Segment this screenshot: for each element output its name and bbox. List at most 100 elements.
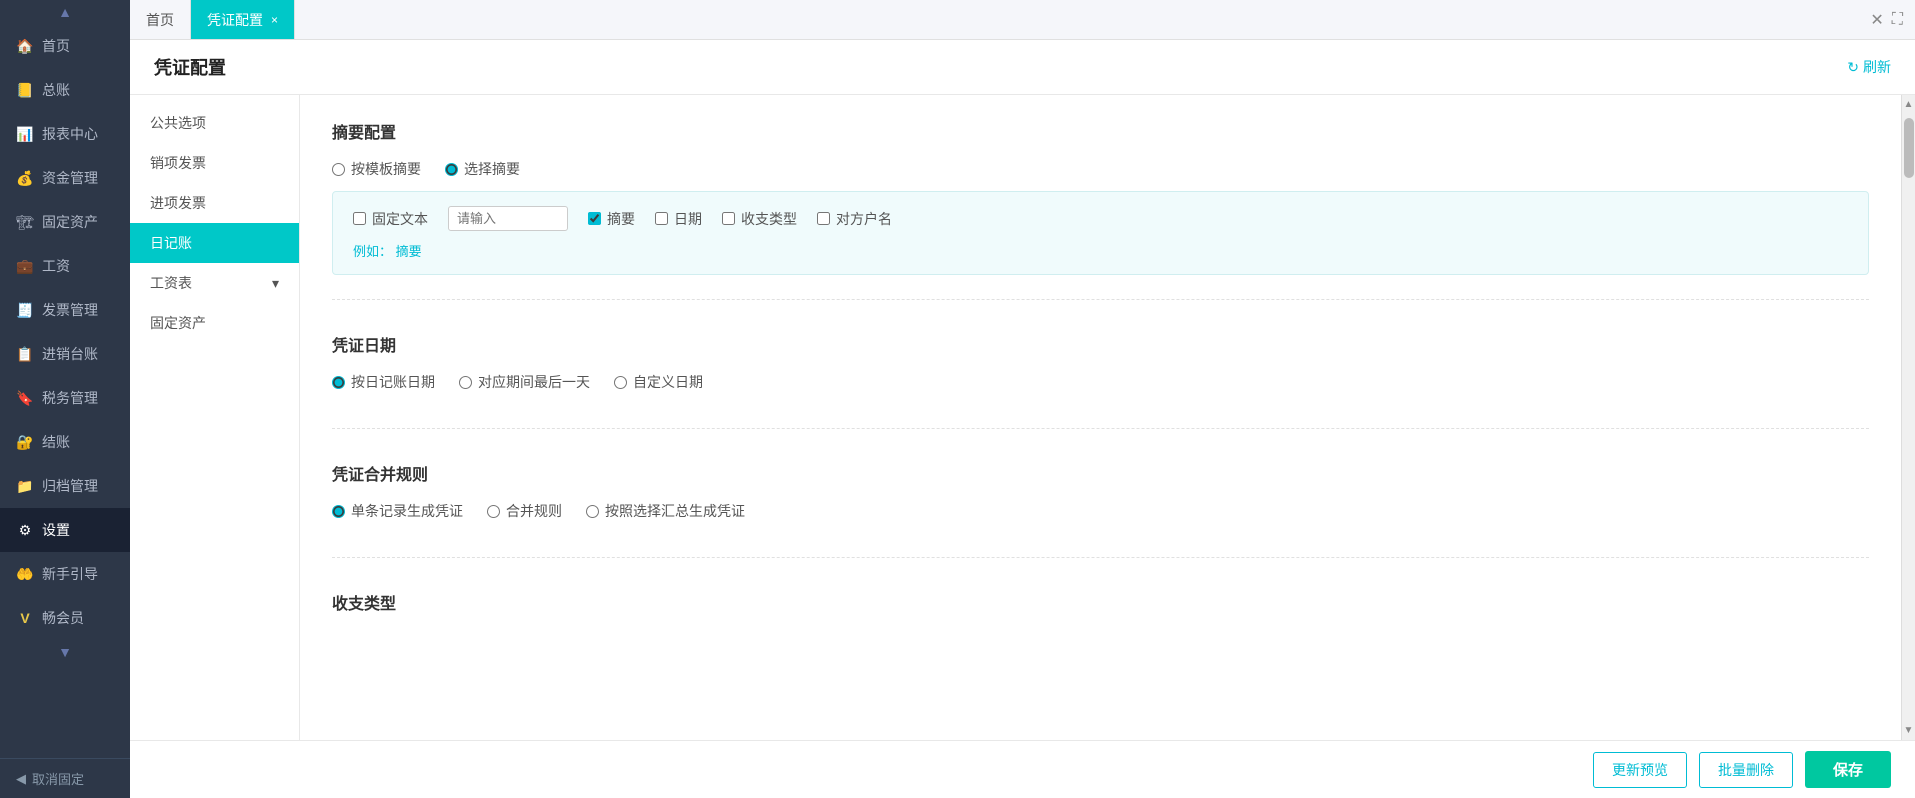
sidebar-item-ledger[interactable]: 📒 总账: [0, 68, 130, 112]
sidebar-item-label: 工资: [42, 256, 70, 276]
tab-close-icon[interactable]: ×: [271, 13, 278, 27]
checkbox-fixed-text-label: 固定文本: [372, 209, 428, 229]
left-nav-journal[interactable]: 日记账: [130, 223, 299, 263]
checkbox-fixed-text-input[interactable]: [353, 212, 366, 225]
tab-fullscreen-button[interactable]: ⛶: [1892, 11, 1903, 29]
payment-type-section-title: 收支类型: [332, 590, 1869, 614]
checkbox-summary-input[interactable]: [588, 212, 601, 225]
pin-icon: ◀: [16, 771, 26, 787]
refresh-icon: ↻: [1847, 59, 1859, 76]
sidebar-item-label: 发票管理: [42, 300, 98, 320]
checkbox-fixed-text[interactable]: 固定文本: [353, 209, 428, 229]
sidebar-item-reports[interactable]: 📊 报表中心: [0, 112, 130, 156]
sidebar-item-member[interactable]: V 畅会员: [0, 596, 130, 640]
sidebar-item-funds[interactable]: 💰 资金管理: [0, 156, 130, 200]
radio-single-record-label: 单条记录生成凭证: [351, 501, 463, 521]
left-nav: 公共选项 销项发票 进项发票 日记账 工资表 ▾ 固定资产: [130, 95, 300, 740]
date-radio-row: 按日记账日期 对应期间最后一天 自定义日期: [332, 372, 1869, 392]
radio-merge-rule-input[interactable]: [487, 505, 500, 518]
radio-journal-date[interactable]: 按日记账日期: [332, 372, 435, 392]
cancel-pin-button[interactable]: ◀ 取消固定: [0, 758, 130, 798]
sidebar-item-settings[interactable]: ⚙ 设置: [0, 508, 130, 552]
radio-select-summary[interactable]: 选择摘要: [445, 159, 520, 179]
date-section-title: 凭证日期: [332, 332, 1869, 356]
checkbox-summary-label: 摘要: [607, 209, 635, 229]
sidebar-item-label: 报表中心: [42, 124, 98, 144]
main-area: 首页 凭证配置 × ✕ ⛶ 凭证配置 ↻ 刷新 公共选项 销项发票 进: [130, 0, 1915, 798]
sidebar-item-reconcile[interactable]: 📋 进销台账: [0, 332, 130, 376]
funds-icon: 💰: [16, 169, 34, 187]
sidebar-item-archive[interactable]: 📁 归档管理: [0, 464, 130, 508]
sidebar-item-salary[interactable]: 💼 工资: [0, 244, 130, 288]
summary-config-box: 固定文本 摘要 日期 收支类型: [332, 191, 1869, 275]
scroll-thumb[interactable]: [1904, 118, 1914, 178]
checkbox-summary[interactable]: 摘要: [588, 209, 635, 229]
radio-single-record[interactable]: 单条记录生成凭证: [332, 501, 463, 521]
radio-select-input[interactable]: [445, 163, 458, 176]
sidebar-item-label: 结账: [42, 432, 70, 452]
checkbox-date[interactable]: 日期: [655, 209, 702, 229]
sidebar-item-invoices[interactable]: 🧾 发票管理: [0, 288, 130, 332]
scroll-down-arrow[interactable]: ▼: [1902, 721, 1915, 740]
checkbox-date-label: 日期: [674, 209, 702, 229]
sidebar-item-label: 进销台账: [42, 344, 98, 364]
checkbox-date-input[interactable]: [655, 212, 668, 225]
checkbox-payment-type[interactable]: 收支类型: [722, 209, 797, 229]
radio-select-merge-label: 按照选择汇总生成凭证: [605, 501, 745, 521]
tab-home[interactable]: 首页: [130, 0, 191, 39]
bottom-bar: 更新预览 批量删除 保存: [130, 740, 1915, 798]
summary-checkbox-row: 固定文本 摘要 日期 收支类型: [353, 206, 1848, 231]
refresh-button[interactable]: ↻ 刷新: [1847, 57, 1891, 77]
tax-icon: 🔖: [16, 389, 34, 407]
radio-select-merge-input[interactable]: [586, 505, 599, 518]
radio-custom-date[interactable]: 自定义日期: [614, 372, 703, 392]
settings-icon: ⚙: [16, 521, 34, 539]
sidebar-item-home[interactable]: 🏠 首页: [0, 24, 130, 68]
assets-icon: 🏗: [16, 213, 34, 231]
payment-type-section: 收支类型: [332, 590, 1869, 654]
radio-template-summary[interactable]: 按模板摘要: [332, 159, 421, 179]
radio-merge-rule[interactable]: 合并规则: [487, 501, 562, 521]
scroll-up-arrow[interactable]: ▲: [1902, 95, 1915, 114]
sidebar-item-guide[interactable]: 🤲 新手引导: [0, 552, 130, 596]
save-button[interactable]: 保存: [1805, 751, 1891, 788]
ledger-icon: 📒: [16, 81, 34, 99]
batch-delete-button[interactable]: 批量删除: [1699, 752, 1793, 788]
global-scrollbar[interactable]: ▲ ▼: [1901, 95, 1915, 740]
invoices-icon: 🧾: [16, 301, 34, 319]
checkbox-counterpart[interactable]: 对方户名: [817, 209, 892, 229]
checkbox-payment-type-input[interactable]: [722, 212, 735, 225]
radio-single-record-input[interactable]: [332, 505, 345, 518]
tab-voucher-config[interactable]: 凭证配置 ×: [191, 0, 295, 39]
left-nav-public[interactable]: 公共选项: [130, 103, 299, 143]
checkbox-counterpart-input[interactable]: [817, 212, 830, 225]
sidebar-item-assets[interactable]: 🏗 固定资产: [0, 200, 130, 244]
archive-icon: 📁: [16, 477, 34, 495]
left-nav-payroll[interactable]: 工资表 ▾: [130, 263, 299, 303]
tab-close-window-button[interactable]: ✕: [1870, 10, 1883, 30]
date-section: 凭证日期 按日记账日期 对应期间最后一天 自定义日期: [332, 332, 1869, 429]
radio-last-day-input[interactable]: [459, 376, 472, 389]
radio-custom-date-input[interactable]: [614, 376, 627, 389]
left-nav-fixed-assets[interactable]: 固定资产: [130, 303, 299, 343]
checkbox-counterpart-label: 对方户名: [836, 209, 892, 229]
radio-template-input[interactable]: [332, 163, 345, 176]
sidebar-scroll-down[interactable]: ▼: [0, 640, 130, 664]
left-nav-sales-invoice[interactable]: 销项发票: [130, 143, 299, 183]
radio-template-label: 按模板摘要: [351, 159, 421, 179]
update-preview-button[interactable]: 更新预览: [1593, 752, 1687, 788]
sidebar-item-closing[interactable]: 🔐 结账: [0, 420, 130, 464]
fixed-text-input[interactable]: [448, 206, 568, 231]
radio-journal-date-input[interactable]: [332, 376, 345, 389]
merge-section: 凭证合并规则 单条记录生成凭证 合并规则 按照选择汇总生成凭证: [332, 461, 1869, 558]
radio-select-merge[interactable]: 按照选择汇总生成凭证: [586, 501, 745, 521]
radio-last-day[interactable]: 对应期间最后一天: [459, 372, 590, 392]
sidebar: ▲ 🏠 首页 📒 总账 📊 报表中心 💰 资金管理 🏗 固定资产 💼 工资 🧾 …: [0, 0, 130, 798]
left-nav-purchase-invoice[interactable]: 进项发票: [130, 183, 299, 223]
salary-icon: 💼: [16, 257, 34, 275]
sidebar-item-label: 畅会员: [42, 608, 84, 628]
sidebar-scroll-up[interactable]: ▲: [0, 0, 130, 24]
radio-last-day-label: 对应期间最后一天: [478, 372, 590, 392]
radio-merge-rule-label: 合并规则: [506, 501, 562, 521]
sidebar-item-tax[interactable]: 🔖 税务管理: [0, 376, 130, 420]
